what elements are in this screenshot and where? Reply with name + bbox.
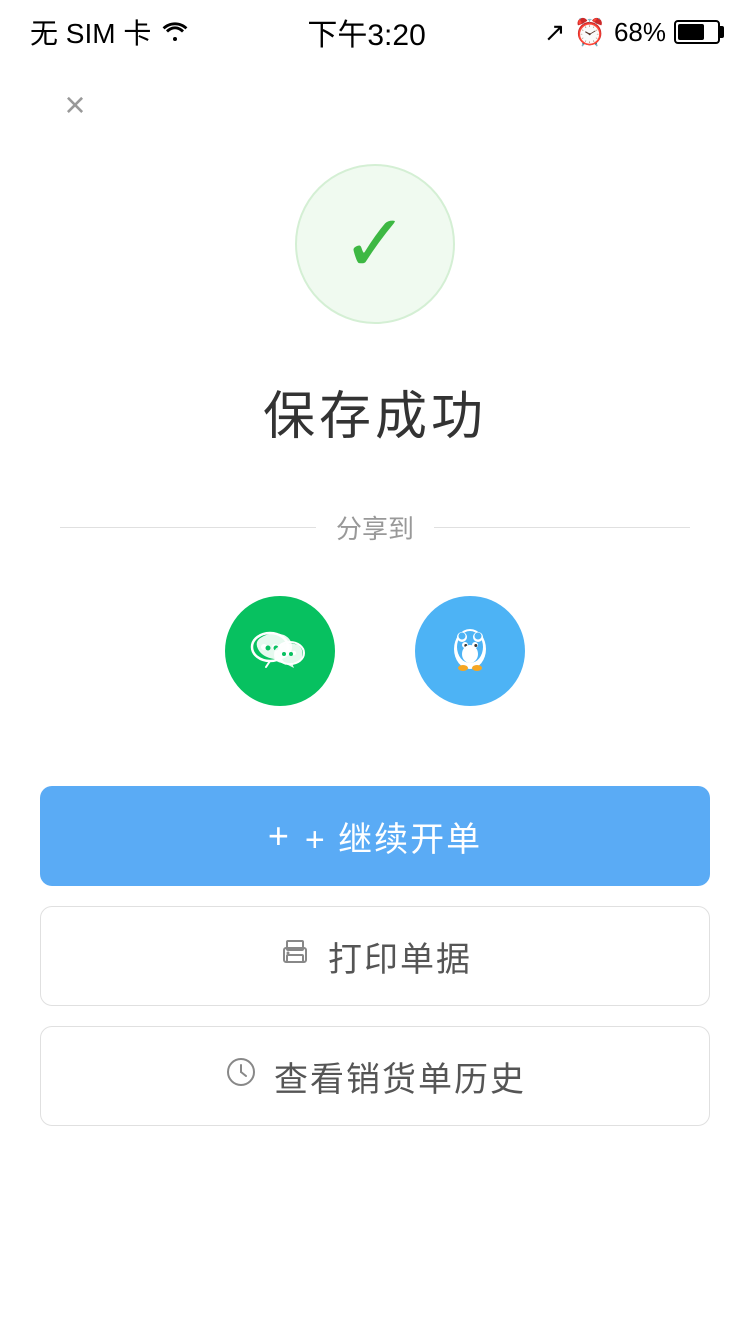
action-buttons: + + 继续开单 打印单据 — [0, 786, 750, 1126]
carrier-text: 无 SIM 卡 — [30, 12, 151, 52]
close-icon: × — [64, 84, 85, 126]
status-right: ↗ ⏰ 68% — [544, 17, 720, 48]
status-time: 下午3:20 — [307, 10, 425, 54]
main-content: ✓ 保存成功 分享到 — [0, 64, 750, 1126]
location-icon: ↗ — [544, 17, 566, 48]
wechat-icon — [248, 619, 312, 683]
share-label: 分享到 — [316, 509, 434, 546]
qq-icon — [440, 621, 500, 681]
divider-line-right — [434, 527, 690, 528]
checkmark-icon: ✓ — [341, 204, 408, 284]
continue-button[interactable]: + + 继续开单 — [40, 786, 710, 886]
success-title: 保存成功 — [263, 374, 487, 449]
battery-icon — [674, 20, 720, 44]
status-left: 无 SIM 卡 — [30, 12, 189, 52]
status-bar: 无 SIM 卡 下午3:20 ↗ ⏰ 68% — [0, 0, 750, 64]
print-label: 打印单据 — [328, 932, 472, 981]
battery-text: 68% — [614, 17, 666, 48]
print-button[interactable]: 打印单据 — [40, 906, 710, 1006]
share-divider: 分享到 — [0, 509, 750, 546]
close-button[interactable]: × — [50, 80, 100, 130]
clock-icon — [224, 1055, 258, 1098]
wifi-icon — [161, 16, 189, 48]
history-label: 查看销货单历史 — [274, 1052, 526, 1101]
success-circle: ✓ — [295, 164, 455, 324]
continue-label: + 继续开单 — [305, 812, 482, 861]
continue-icon: + — [268, 815, 289, 857]
wechat-share-button[interactable] — [225, 596, 335, 706]
history-button[interactable]: 查看销货单历史 — [40, 1026, 710, 1126]
printer-icon — [278, 935, 312, 978]
share-icons-row — [225, 596, 525, 706]
alarm-icon: ⏰ — [574, 17, 606, 48]
divider-line-left — [60, 527, 316, 528]
qq-share-button[interactable] — [415, 596, 525, 706]
